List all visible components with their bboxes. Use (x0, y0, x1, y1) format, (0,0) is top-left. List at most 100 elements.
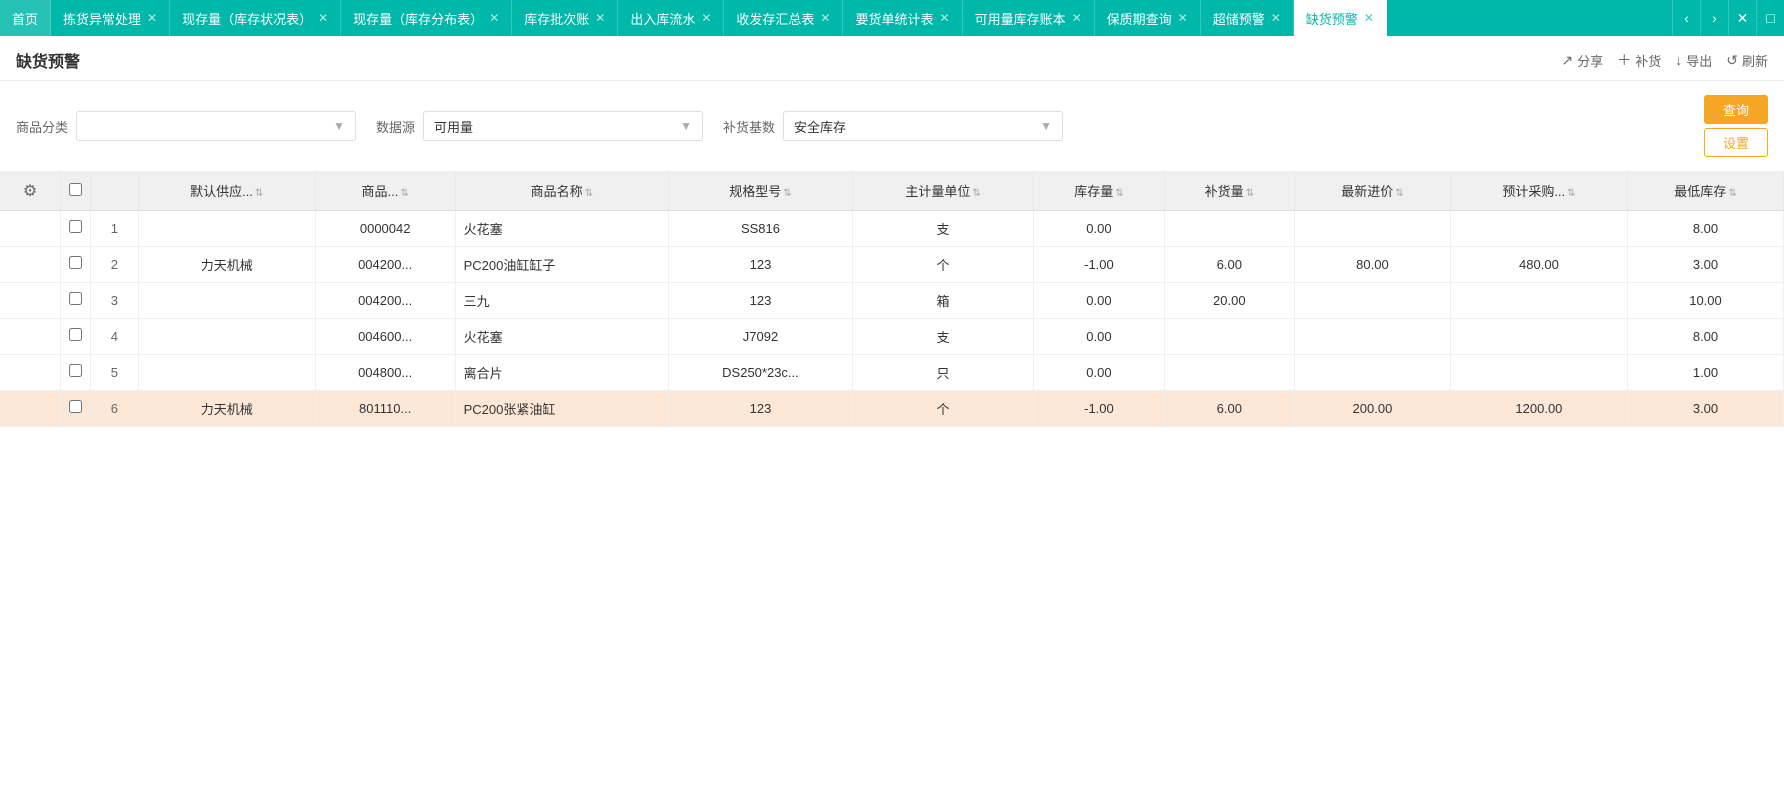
row-spec-3: J7092 (669, 318, 853, 354)
nav-item-10[interactable]: 超储预警 ✕ (1201, 0, 1294, 36)
nav-item-1[interactable]: 拣货异常处理✕ (51, 0, 170, 36)
row-price-1: 80.00 (1294, 246, 1450, 282)
nav-item-6[interactable]: 收发存汇总表✕ (724, 0, 843, 36)
nav-close-9[interactable]: ✕ (1178, 11, 1188, 25)
col-min-stock: 最低库存⇅ (1628, 172, 1784, 210)
share-button[interactable]: ↗分享 (1561, 51, 1603, 70)
nav-close-2[interactable]: ✕ (318, 11, 328, 25)
table-row: 5 004800... 离合片 DS250*23c... 只 0.00 1.00 (0, 354, 1784, 390)
row-select-1[interactable] (69, 256, 82, 269)
row-select-0[interactable] (69, 220, 82, 233)
row-checkbox-4[interactable] (61, 354, 91, 390)
chevron-down-icon: ▼ (333, 119, 345, 133)
row-select-5[interactable] (69, 400, 82, 413)
table-row: 2 力天机械 004200... PC200油缸缸子 123 个 -1.00 6… (0, 246, 1784, 282)
nav-item-8[interactable]: 可用量库存账本✕ (963, 0, 1095, 36)
filter-select-datasource-value: 可用量 (434, 117, 473, 136)
row-settings-1 (0, 246, 61, 282)
nav-item-label-5: 出入库流水 (630, 9, 695, 28)
refresh-button[interactable]: ↺刷新 (1726, 51, 1768, 70)
row-stock-3: 0.00 (1034, 318, 1164, 354)
nav-close-4[interactable]: ✕ (595, 11, 605, 25)
nav-close-all-btn[interactable]: ✕ (1728, 0, 1756, 36)
row-unit-5: 个 (852, 390, 1033, 426)
filter-select-datasource[interactable]: 可用量 ▼ (423, 111, 703, 141)
nav-item-0[interactable]: 首页 (0, 0, 51, 36)
restock-icon: ＋ (1617, 50, 1631, 70)
nav-item-label-4: 库存批次账 (524, 9, 589, 28)
filter-select-replenish[interactable]: 安全库存 ▼ (783, 111, 1063, 141)
row-select-2[interactable] (69, 292, 82, 305)
nav-item-7[interactable]: 要货单统计表 ✕ (843, 0, 962, 36)
filter-label-replenish: 补货基数 (723, 117, 775, 136)
nav-maximize-btn[interactable]: □ (1756, 0, 1784, 36)
row-name-4: 离合片 (455, 354, 669, 390)
nav-close-3[interactable]: ✕ (489, 11, 499, 25)
row-name-5: PC200张紧油缸 (455, 390, 669, 426)
select-all-checkbox[interactable] (69, 183, 82, 196)
filter-group-datasource: 数据源 可用量 ▼ (376, 111, 703, 141)
row-spec-0: SS816 (669, 210, 853, 246)
nav-close-7[interactable]: ✕ (940, 11, 950, 25)
row-unit-4: 只 (852, 354, 1033, 390)
nav-close-8[interactable]: ✕ (1072, 11, 1082, 25)
nav-close-5[interactable]: ✕ (701, 11, 711, 25)
row-checkbox-0[interactable] (61, 210, 91, 246)
col-product-code: 商品...⇅ (315, 172, 455, 210)
share-label: 分享 (1577, 51, 1603, 70)
filter-select-replenish-value: 安全库存 (794, 117, 846, 136)
row-price-0 (1294, 210, 1450, 246)
query-button[interactable]: 查询 (1704, 95, 1768, 124)
nav-close-11[interactable]: ✕ (1364, 11, 1374, 25)
nav-item-label-11: 缺货预警 (1306, 9, 1358, 28)
row-est-purchase-3 (1450, 318, 1627, 354)
nav-item-label-7: 要货单统计表 (855, 9, 933, 28)
nav-arrows: ‹›✕□ (1672, 0, 1784, 36)
row-index-0: 1 (91, 210, 139, 246)
nav-item-2[interactable]: 现存量（库存状况表）✕ (170, 0, 341, 36)
col-unit: 主计量单位⇅ (852, 172, 1033, 210)
row-checkbox-5[interactable] (61, 390, 91, 426)
chevron-down-icon-3: ▼ (1040, 119, 1052, 133)
row-index-1: 2 (91, 246, 139, 282)
row-index-4: 5 (91, 354, 139, 390)
nav-close-1[interactable]: ✕ (147, 11, 157, 25)
nav-item-5[interactable]: 出入库流水 ✕ (618, 0, 724, 36)
nav-prev-btn[interactable]: ‹ (1672, 0, 1700, 36)
row-select-4[interactable] (69, 364, 82, 377)
nav-item-4[interactable]: 库存批次账 ✕ (512, 0, 618, 36)
table-row: 3 004200... 三九 123 箱 0.00 20.00 10.00 (0, 282, 1784, 318)
row-stock-2: 0.00 (1034, 282, 1164, 318)
restock-label: 补货 (1635, 51, 1661, 70)
row-checkbox-2[interactable] (61, 282, 91, 318)
filter-actions: 查询 设置 (1704, 95, 1768, 157)
gear-icon[interactable]: ⚙ (23, 183, 37, 200)
col-latest-price: 最新进价⇅ (1294, 172, 1450, 210)
row-checkbox-1[interactable] (61, 246, 91, 282)
nav-item-label-9: 保质期查询 (1107, 9, 1172, 28)
row-checkbox-3[interactable] (61, 318, 91, 354)
export-button[interactable]: ↓导出 (1675, 51, 1712, 70)
nav-close-10[interactable]: ✕ (1271, 11, 1281, 25)
row-select-3[interactable] (69, 328, 82, 341)
restock-button[interactable]: ＋补货 (1617, 50, 1661, 70)
nav-close-6[interactable]: ✕ (820, 11, 830, 25)
filter-area: 商品分类 ▼ 数据源 可用量 ▼ 补货基数 安全库存 ▼ 查询 设置 (0, 81, 1784, 172)
nav-item-11[interactable]: 缺货预警 ✕ (1294, 0, 1387, 36)
settings-button[interactable]: 设置 (1704, 128, 1768, 157)
top-nav: 首页拣货异常处理✕现存量（库存状况表）✕现存量（库存分布表）✕库存批次账✕出入库… (0, 0, 1784, 36)
row-spec-1: 123 (669, 246, 853, 282)
nav-item-3[interactable]: 现存量（库存分布表）✕ (341, 0, 512, 36)
nav-next-btn[interactable]: › (1700, 0, 1728, 36)
row-replenish-5: 6.00 (1164, 390, 1294, 426)
nav-item-label-10: 超储预警 (1213, 9, 1265, 28)
row-supplier-3 (138, 318, 315, 354)
row-code-2: 004200... (315, 282, 455, 318)
data-table: ⚙ 默认供应...⇅ 商品...⇅ 商品名称⇅ 规格型号⇅ 主计量单位⇅ 库存量… (0, 172, 1784, 427)
nav-item-9[interactable]: 保质期查询 ✕ (1095, 0, 1201, 36)
row-est-purchase-1: 480.00 (1450, 246, 1627, 282)
row-stock-5: -1.00 (1034, 390, 1164, 426)
main-content: 缺货预警 ↗分享＋补货↓导出↺刷新 商品分类 ▼ 数据源 可用量 ▼ 补货基数 … (0, 36, 1784, 796)
row-replenish-2: 20.00 (1164, 282, 1294, 318)
filter-select-category[interactable]: ▼ (76, 111, 356, 141)
